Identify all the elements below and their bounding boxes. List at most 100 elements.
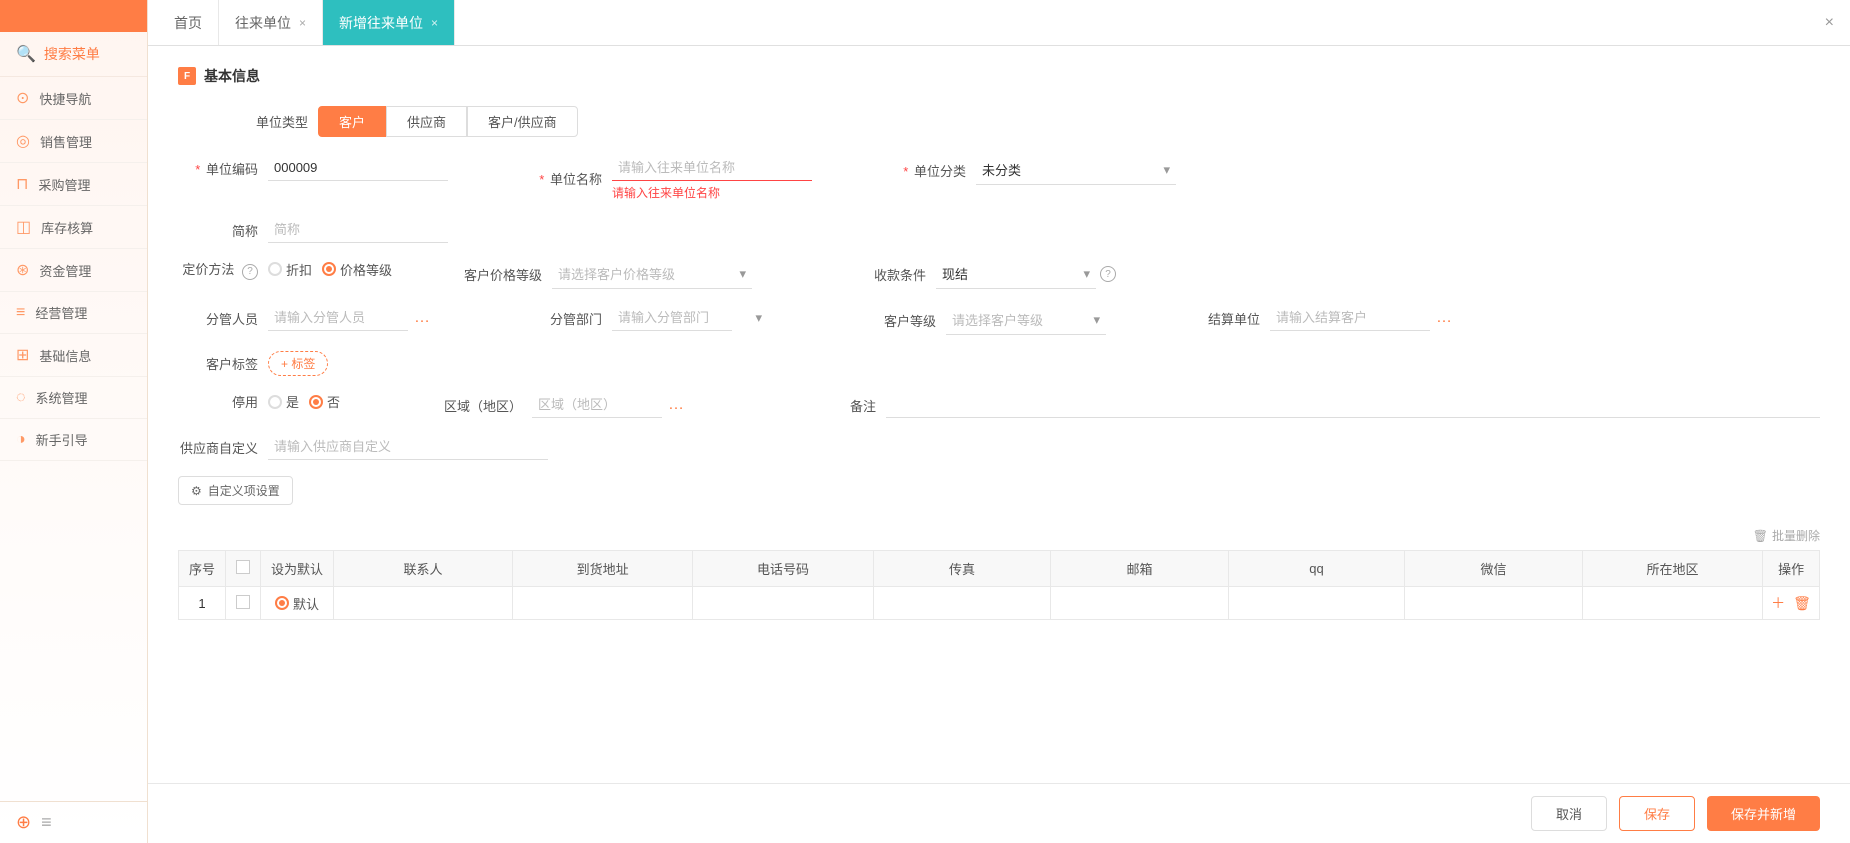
unit-type-customer-btn[interactable]: 客户 bbox=[318, 106, 386, 137]
col-check[interactable] bbox=[226, 551, 261, 587]
save-button[interactable]: 保存 bbox=[1619, 796, 1695, 831]
supplier-custom-input[interactable] bbox=[268, 434, 548, 460]
unit-name-error: 请输入往来单位名称 bbox=[612, 184, 862, 201]
disable-radio-yes[interactable]: 是 bbox=[268, 392, 299, 411]
save-add-button[interactable]: 保存并新增 bbox=[1707, 796, 1820, 831]
settlement-input[interactable] bbox=[1270, 305, 1430, 331]
manager-ellipsis[interactable]: … bbox=[408, 309, 436, 327]
sales-icon: ◎ bbox=[16, 131, 30, 151]
department-input[interactable] bbox=[612, 305, 732, 331]
unit-category-select[interactable]: 未分类 ▾ bbox=[976, 155, 1176, 185]
tab-partners-close[interactable]: × bbox=[299, 16, 306, 30]
tab-new-partner-close[interactable]: × bbox=[431, 16, 438, 30]
department-label: 分管部门 bbox=[522, 309, 612, 328]
phone-input[interactable] bbox=[701, 596, 864, 611]
sidebar-item-sales[interactable]: ◎ 销售管理 bbox=[0, 120, 147, 163]
department-arrow-btn[interactable]: ▾ bbox=[732, 310, 762, 326]
customer-level-field: 客户等级 请选择客户等级 ▾ bbox=[866, 305, 1166, 335]
qq-input[interactable] bbox=[1237, 596, 1396, 611]
select-all-checkbox[interactable] bbox=[236, 560, 250, 574]
sidebar-item-system[interactable]: ◌ 系统管理 bbox=[0, 377, 147, 419]
cancel-button[interactable]: 取消 bbox=[1531, 796, 1607, 831]
col-default: 设为默认 bbox=[261, 551, 334, 587]
cell-wechat[interactable] bbox=[1405, 587, 1583, 620]
sidebar-item-label: 资金管理 bbox=[39, 261, 91, 280]
pricing-radio-level[interactable]: 价格等级 bbox=[322, 260, 392, 279]
unit-code-input[interactable] bbox=[268, 155, 448, 181]
customer-level-arrow: ▾ bbox=[1093, 312, 1100, 328]
payment-terms-select[interactable]: 现结 ▾ bbox=[936, 259, 1096, 289]
tab-partners-label: 往来单位 bbox=[235, 13, 291, 33]
sidebar-item-operation[interactable]: ≡ 经营管理 bbox=[0, 292, 147, 334]
cell-fax[interactable] bbox=[873, 587, 1051, 620]
cell-qq[interactable] bbox=[1228, 587, 1404, 620]
batch-delete-bar[interactable]: 🗑 批量删除 bbox=[178, 521, 1820, 550]
cell-phone[interactable] bbox=[693, 587, 873, 620]
unit-category-value: 未分类 bbox=[982, 160, 1163, 179]
sidebar-bottom-icon2[interactable]: ≡ bbox=[41, 812, 52, 833]
sidebar-item-beginner[interactable]: ◑ 新手引导 bbox=[0, 419, 147, 461]
sidebar-search-item[interactable]: 🔍 搜索菜单 bbox=[0, 32, 147, 77]
disable-radio-no[interactable]: 否 bbox=[309, 392, 340, 411]
address-input[interactable] bbox=[521, 596, 684, 611]
unit-code-field: * 单位编码 bbox=[178, 155, 498, 181]
cell-check[interactable] bbox=[226, 587, 261, 620]
sidebar-item-finance[interactable]: ⊛ 资金管理 bbox=[0, 249, 147, 292]
cell-email[interactable] bbox=[1051, 587, 1229, 620]
settlement-ellipsis[interactable]: … bbox=[1430, 309, 1458, 327]
add-row-icon[interactable]: ＋ bbox=[1771, 593, 1785, 613]
region-input[interactable] bbox=[532, 392, 662, 418]
tab-new-partner-label: 新增往来单位 bbox=[339, 13, 423, 33]
tab-new-partner[interactable]: 新增往来单位 × bbox=[323, 0, 455, 45]
cell-region[interactable] bbox=[1582, 587, 1762, 620]
col-qq: qq bbox=[1228, 551, 1404, 587]
delete-row-icon[interactable]: 🗑 bbox=[1793, 595, 1811, 612]
col-phone: 电话号码 bbox=[693, 551, 873, 587]
unit-name-input[interactable] bbox=[612, 155, 812, 181]
unit-name-label: * 单位名称 bbox=[522, 169, 612, 188]
col-wechat: 微信 bbox=[1405, 551, 1583, 587]
default-radio[interactable]: 默认 bbox=[269, 594, 325, 613]
disable-radios: 是 否 bbox=[268, 392, 340, 411]
disable-field: 停用 是 否 bbox=[178, 392, 418, 411]
cell-default[interactable]: 默认 bbox=[261, 587, 334, 620]
sidebar-item-purchase[interactable]: ⊓ 采购管理 bbox=[0, 163, 147, 206]
payment-help-icon[interactable]: ? bbox=[1100, 266, 1116, 282]
customer-tags-label: 客户标签 bbox=[178, 354, 268, 373]
sidebar-item-quick-nav[interactable]: ⊙ 快捷导航 bbox=[0, 77, 147, 120]
remark-input[interactable] bbox=[886, 392, 1820, 418]
email-input[interactable] bbox=[1059, 596, 1220, 611]
customer-price-select[interactable]: 请选择客户价格等级 ▾ bbox=[552, 259, 752, 289]
tab-partners[interactable]: 往来单位 × bbox=[219, 0, 323, 45]
pricing-radio-discount[interactable]: 折扣 bbox=[268, 260, 312, 279]
short-name-input[interactable] bbox=[268, 217, 448, 243]
manager-input[interactable] bbox=[268, 305, 408, 331]
sidebar-item-inventory[interactable]: ◫ 库存核算 bbox=[0, 206, 147, 249]
unit-type-supplier-btn[interactable]: 供应商 bbox=[386, 106, 467, 137]
region-ellipsis[interactable]: … bbox=[662, 396, 690, 414]
customer-level-select[interactable]: 请选择客户等级 ▾ bbox=[946, 305, 1106, 335]
tab-home[interactable]: 首页 bbox=[158, 0, 219, 45]
settlement-label: 结算单位 bbox=[1190, 309, 1270, 328]
col-email: 邮箱 bbox=[1051, 551, 1229, 587]
col-seq: 序号 bbox=[179, 551, 226, 587]
radio-circle-discount bbox=[268, 262, 282, 276]
pricing-help-icon[interactable]: ? bbox=[242, 264, 258, 280]
sidebar-item-basic-info[interactable]: ⊞ 基础信息 bbox=[0, 334, 147, 377]
col-action: 操作 bbox=[1763, 551, 1820, 587]
wechat-input[interactable] bbox=[1413, 596, 1574, 611]
close-all-icon[interactable]: × bbox=[1825, 14, 1834, 32]
add-tag-btn[interactable]: + 标签 bbox=[268, 351, 328, 376]
table-row: 1 默认 bbox=[179, 587, 1820, 620]
unit-type-both-btn[interactable]: 客户/供应商 bbox=[467, 106, 578, 137]
custom-settings-btn[interactable]: ⚙ 自定义项设置 bbox=[178, 476, 293, 505]
cell-address[interactable] bbox=[513, 587, 693, 620]
system-icon: ◌ bbox=[16, 389, 26, 407]
cell-seq: 1 bbox=[179, 587, 226, 620]
row-checkbox[interactable] bbox=[236, 595, 250, 609]
cell-contact[interactable] bbox=[334, 587, 513, 620]
fax-input[interactable] bbox=[882, 596, 1043, 611]
region-row-input[interactable] bbox=[1591, 596, 1754, 611]
sidebar-bottom-icon1[interactable]: ⊕ bbox=[16, 812, 31, 833]
contact-input[interactable] bbox=[342, 596, 504, 611]
